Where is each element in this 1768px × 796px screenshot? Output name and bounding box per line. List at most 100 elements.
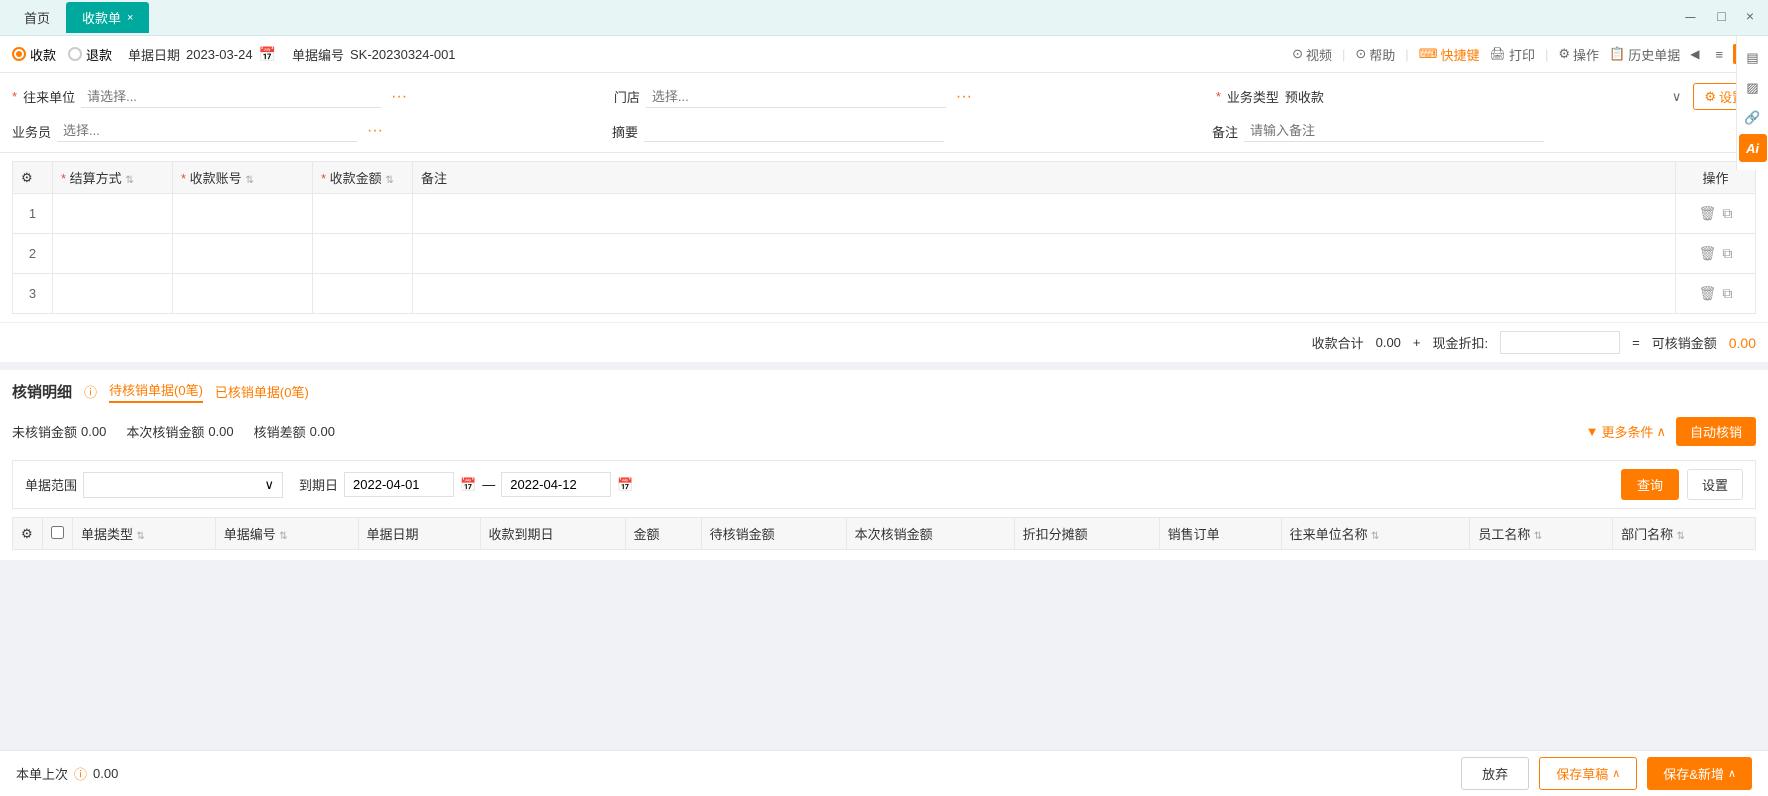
settlement-cell-1[interactable]: [53, 194, 173, 234]
number-value[interactable]: SK-20230324-001: [350, 47, 456, 62]
radio-collect[interactable]: 收款: [12, 45, 56, 64]
bottom-col-doc-type[interactable]: 单据类型 ⇅: [73, 518, 216, 550]
business-type-dropdown[interactable]: ∨: [1672, 89, 1682, 105]
remarks-cell-2[interactable]: [413, 234, 1676, 274]
bottom-col-settings[interactable]: ⚙: [13, 518, 43, 550]
query-btn[interactable]: 查询: [1621, 469, 1679, 500]
date-from-input[interactable]: [344, 472, 454, 497]
sort-dept[interactable]: ⇅: [1676, 531, 1684, 542]
salesperson-more-btn[interactable]: ···: [363, 122, 387, 140]
calendar-from-icon[interactable]: 📅: [460, 477, 476, 493]
table-row: 3 🗑 ⧉: [13, 274, 1756, 314]
footer-label: 本单上次: [16, 764, 68, 783]
print-btn[interactable]: 🖨 打印: [1489, 45, 1535, 64]
radio-refund[interactable]: 退款: [68, 45, 112, 64]
copy-row-1-btn[interactable]: ⧉: [1722, 205, 1732, 222]
tab-close-icon[interactable]: ×: [127, 12, 133, 24]
store-input[interactable]: [646, 86, 946, 108]
calendar-icon[interactable]: 📅: [259, 46, 276, 63]
amount-cell-3[interactable]: [313, 274, 413, 314]
store-field: 门店 ···: [614, 86, 1196, 108]
bottom-col-checkbox[interactable]: [43, 518, 73, 550]
sort-doc-num[interactable]: ⇅: [279, 531, 287, 542]
select-all-checkbox[interactable]: [51, 526, 64, 539]
col-settings-header[interactable]: ⚙: [13, 162, 53, 194]
footer-info-icon[interactable]: ⓘ: [74, 764, 87, 783]
delete-row-3-btn[interactable]: 🗑: [1699, 285, 1717, 302]
range-select[interactable]: ∨: [83, 472, 283, 498]
col-account-header[interactable]: * 收款账号 ⇅: [173, 162, 313, 194]
unchecked-label: 未核销金额: [12, 422, 77, 441]
remarks-cell-1[interactable]: [413, 194, 1676, 234]
business-type-star: *: [1216, 89, 1221, 104]
discard-btn[interactable]: 放弃: [1461, 757, 1529, 790]
bottom-col-doc-date[interactable]: 单据日期: [358, 518, 480, 550]
account-cell-2[interactable]: [173, 234, 313, 274]
list-view-btn[interactable]: ≡: [1710, 45, 1730, 64]
copy-row-3-btn[interactable]: ⧉: [1722, 285, 1732, 302]
discount-label: 现金折扣:: [1433, 333, 1489, 352]
settlement-cell-3[interactable]: [53, 274, 173, 314]
settlement-cell-2[interactable]: [53, 234, 173, 274]
net-value: 0.00: [1729, 335, 1756, 351]
account-cell-1[interactable]: [173, 194, 313, 234]
tab-home[interactable]: 首页: [8, 2, 66, 33]
sort-doc-type[interactable]: ⇅: [136, 531, 144, 542]
sort-amount[interactable]: ⇅: [385, 175, 393, 186]
summary-input[interactable]: [644, 120, 944, 142]
copy-row-2-btn[interactable]: ⧉: [1722, 245, 1732, 262]
remarks-cell-3[interactable]: [413, 274, 1676, 314]
sort-settlement[interactable]: ⇅: [125, 175, 133, 186]
help-btn[interactable]: ⊙ 帮助: [1355, 45, 1395, 64]
sort-counterparty[interactable]: ⇅: [1371, 531, 1379, 542]
save-draft-btn[interactable]: 保存草稿 ∧: [1539, 757, 1637, 790]
date-to-input[interactable]: [501, 472, 611, 497]
bottom-col-counterparty[interactable]: 往来单位名称 ⇅: [1281, 518, 1470, 550]
total-label: 收款合计: [1312, 333, 1364, 352]
tab-bar: 首页 收款单 × － □ ×: [0, 0, 1768, 36]
col-amount-header[interactable]: * 收款金额 ⇅: [313, 162, 413, 194]
sidebar-icon-grid[interactable]: ▨: [1739, 74, 1767, 102]
video-btn[interactable]: ⊙ 视频: [1292, 45, 1332, 64]
salesperson-input[interactable]: [57, 120, 357, 142]
account-cell-3[interactable]: [173, 274, 313, 314]
store-more-btn[interactable]: ···: [952, 88, 976, 106]
maximize-btn[interactable]: □: [1711, 6, 1731, 30]
more-conditions-btn[interactable]: ▼ 更多条件 ∧: [1586, 422, 1666, 441]
settings-btn[interactable]: 设置: [1687, 469, 1743, 500]
prev-btn[interactable]: ◀: [1690, 47, 1699, 61]
minimize-btn[interactable]: －: [1677, 6, 1703, 30]
tab-active[interactable]: 收款单 ×: [66, 2, 149, 33]
delete-row-1-btn[interactable]: 🗑: [1699, 205, 1717, 222]
separator3: |: [1545, 47, 1548, 62]
hexiao-info-icon[interactable]: ⓘ: [84, 382, 97, 401]
sidebar-icon-link[interactable]: 🔗: [1739, 104, 1767, 132]
close-btn[interactable]: ×: [1740, 6, 1760, 30]
bottom-col-dept[interactable]: 部门名称 ⇅: [1613, 518, 1756, 550]
amount-cell-2[interactable]: [313, 234, 413, 274]
operations-btn[interactable]: ⚙ 操作: [1558, 45, 1599, 64]
history-btn[interactable]: 📋 历史单据: [1609, 45, 1680, 64]
pending-tab[interactable]: 待核销单据(0笔): [109, 380, 203, 403]
save-new-btn[interactable]: 保存&新增 ∧: [1647, 757, 1752, 790]
auto-hexiao-btn[interactable]: 自动核销: [1676, 417, 1756, 446]
sort-account[interactable]: ⇅: [245, 175, 253, 186]
delete-row-2-btn[interactable]: 🗑: [1699, 245, 1717, 262]
counterparty-more-btn[interactable]: ···: [387, 88, 411, 106]
date-value[interactable]: 2023-03-24: [186, 47, 253, 62]
bottom-col-employee[interactable]: 员工名称 ⇅: [1470, 518, 1613, 550]
bottom-col-due-date: 收款到期日: [480, 518, 625, 550]
discount-input[interactable]: [1500, 331, 1620, 354]
sidebar-icon-table[interactable]: ▤: [1739, 44, 1767, 72]
completed-tab[interactable]: 已核销单据(0笔): [215, 382, 309, 401]
counterparty-input[interactable]: [81, 86, 381, 108]
amount-cell-1[interactable]: [313, 194, 413, 234]
bottom-col-sales-order: 销售订单: [1159, 518, 1281, 550]
col-settlement-header[interactable]: * 结算方式 ⇅: [53, 162, 173, 194]
calendar-to-icon[interactable]: 📅: [617, 477, 633, 493]
sidebar-icon-ai[interactable]: Ai: [1739, 134, 1767, 162]
remarks-input[interactable]: [1244, 120, 1544, 142]
shortcut-btn[interactable]: ⌨ 快捷键: [1419, 45, 1480, 64]
sort-employee[interactable]: ⇅: [1534, 531, 1542, 542]
bottom-col-doc-num[interactable]: 单据编号 ⇅: [215, 518, 358, 550]
